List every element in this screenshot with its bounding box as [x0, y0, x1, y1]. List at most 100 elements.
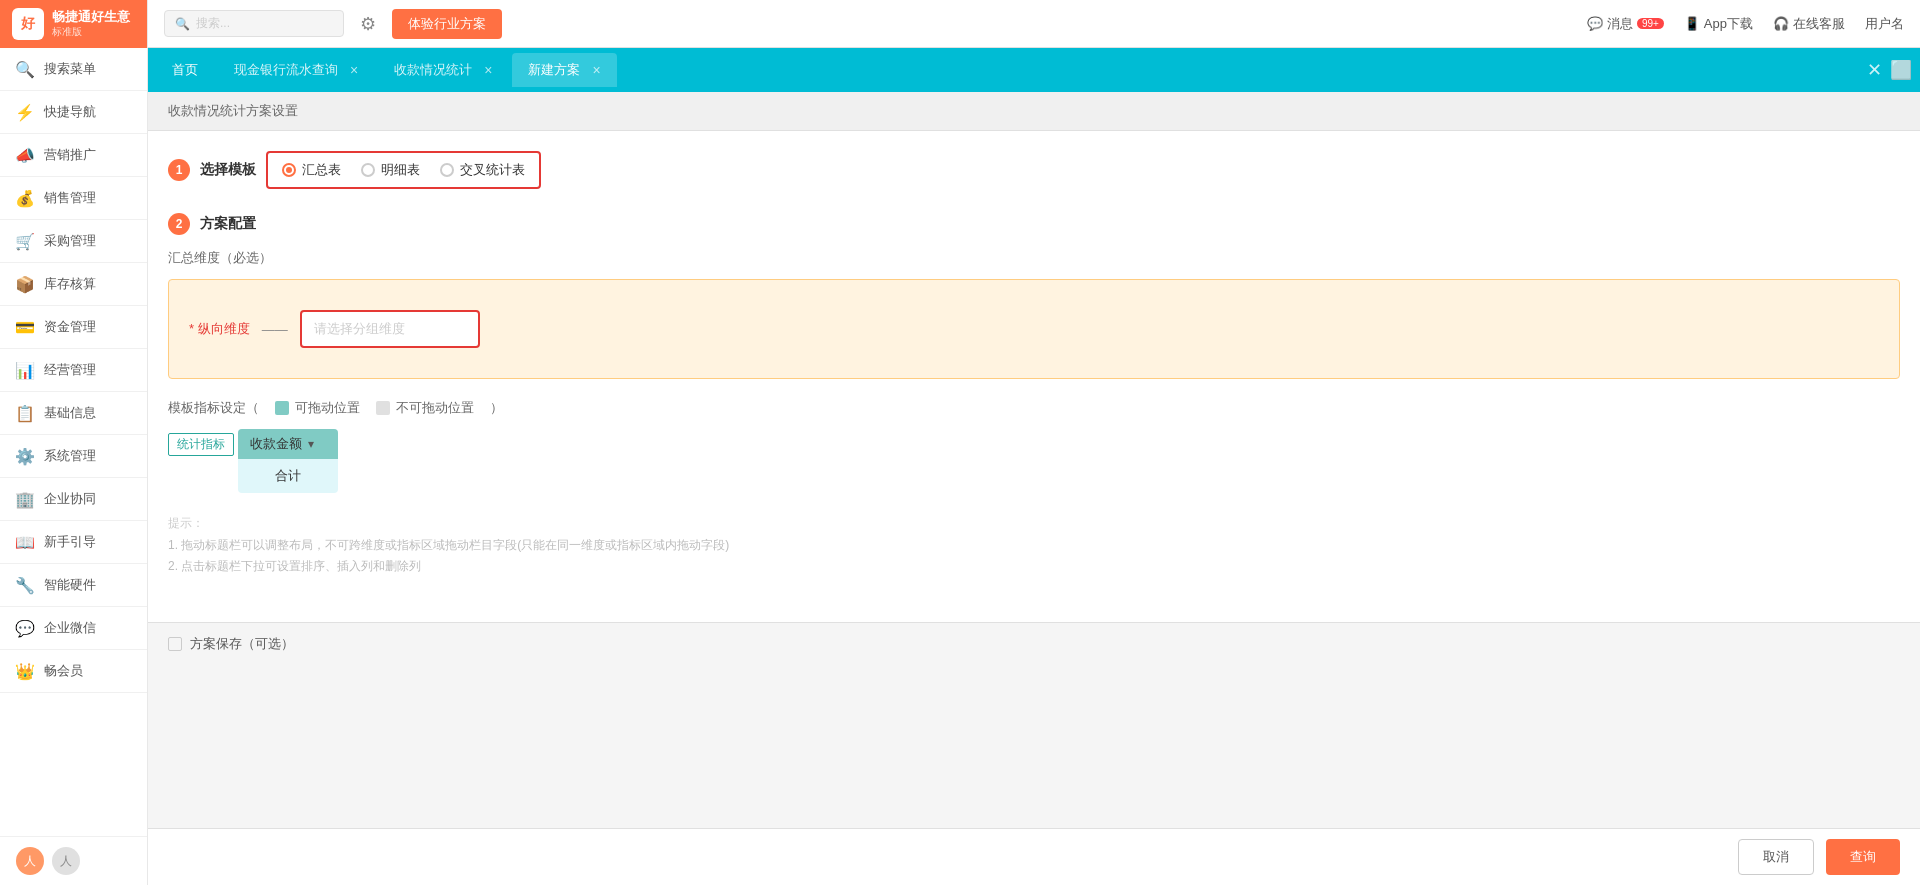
sidebar-item-basic-info[interactable]: 📋 基础信息 [0, 392, 147, 435]
sidebar-item-operations[interactable]: 📊 经营管理 [0, 349, 147, 392]
content-area: 收款情况统计方案设置 1 选择模板 汇总表 明细表 [148, 92, 1920, 828]
sidebar-item-label: 新手引导 [44, 533, 96, 551]
radio-detail[interactable]: 明细表 [361, 161, 420, 179]
message-btn[interactable]: 💬 消息 99+ [1587, 15, 1664, 33]
step1-title: 选择模板 [200, 161, 256, 179]
support-icon: 🎧 [1773, 16, 1789, 31]
cancel-button[interactable]: 取消 [1738, 839, 1814, 875]
template-radio-group: 汇总表 明细表 交叉统计表 [266, 151, 541, 189]
tab-close-icon[interactable]: × [350, 62, 358, 78]
avatar-2[interactable]: 人 [52, 847, 80, 875]
finance-icon: 💳 [16, 318, 34, 336]
tab-new-plan[interactable]: 新建方案 × [512, 53, 616, 87]
sidebar-item-guide[interactable]: 📖 新手引导 [0, 521, 147, 564]
sidebar-item-label: 营销推广 [44, 146, 96, 164]
legend-non-draggable-item: 不可拖动位置 [376, 399, 474, 417]
app-download-btn[interactable]: 📱 App下载 [1684, 15, 1753, 33]
trial-btn[interactable]: 体验行业方案 [392, 9, 502, 39]
row-dimension-label: 纵向维度 [189, 320, 250, 338]
legend-draggable-box [275, 401, 289, 415]
radio-crosstab[interactable]: 交叉统计表 [440, 161, 525, 179]
sidebar-item-label: 库存核算 [44, 275, 96, 293]
page-footer: 方案保存（可选） [148, 622, 1920, 665]
radio-crosstab-circle [440, 163, 454, 177]
sidebar-item-inventory[interactable]: 📦 库存核算 [0, 263, 147, 306]
sidebar-item-wechat[interactable]: 💬 企业微信 [0, 607, 147, 650]
sidebar-item-label: 采购管理 [44, 232, 96, 250]
legend-draggable-label: 可拖动位置 [295, 399, 360, 417]
search-bar[interactable]: 🔍 搜索... [164, 10, 344, 37]
sidebar-item-hardware[interactable]: 🔧 智能硬件 [0, 564, 147, 607]
sidebar-logo: 好 畅捷通好生意 标准版 [0, 0, 147, 48]
purchase-icon: 🛒 [16, 232, 34, 250]
sidebar-item-label: 企业协同 [44, 490, 96, 508]
sidebar-item-label: 搜索菜单 [44, 60, 96, 78]
metrics-header: 模板指标设定（ 可拖动位置 不可拖动位置 ） [168, 399, 1900, 417]
sidebar-item-member[interactable]: 👑 畅会员 [0, 650, 147, 693]
stats-indicator-label: 统计指标 [168, 433, 234, 456]
step2-header: 2 方案配置 [168, 213, 1900, 235]
logo-icon: 好 [12, 8, 44, 40]
sidebar-item-enterprise[interactable]: 🏢 企业协同 [0, 478, 147, 521]
query-button[interactable]: 查询 [1826, 839, 1900, 875]
sidebar-item-sales[interactable]: 💰 销售管理 [0, 177, 147, 220]
step1-number: 1 [168, 159, 190, 181]
topbar: 🔍 搜索... ⚙ 体验行业方案 💬 消息 99+ 📱 App下载 🎧 在线客服… [148, 0, 1920, 48]
sidebar-item-label: 销售管理 [44, 189, 96, 207]
sidebar-item-finance[interactable]: 💳 资金管理 [0, 306, 147, 349]
avatar-1[interactable]: 人 [16, 847, 44, 875]
radio-summary[interactable]: 汇总表 [282, 161, 341, 179]
support-btn[interactable]: 🎧 在线客服 [1773, 15, 1845, 33]
sidebar-item-label: 经营管理 [44, 361, 96, 379]
dimension-select[interactable]: 请选择分组维度 [300, 310, 480, 348]
arrow-icon: —— [262, 322, 288, 337]
save-plan-checkbox[interactable] [168, 637, 182, 651]
app-download-label: App下载 [1704, 15, 1753, 33]
step1-section: 1 选择模板 汇总表 明细表 交叉统计表 [168, 151, 1900, 189]
tip-item-2: 2. 点击标题栏下拉可设置排序、插入列和删除列 [168, 559, 421, 573]
tabbar: 首页 现金银行流水查询 × 收款情况统计 × 新建方案 × ✕ ⬜ [148, 48, 1920, 92]
sidebar-item-marketing[interactable]: 📣 营销推广 [0, 134, 147, 177]
metrics-label: 模板指标设定（ [168, 399, 259, 417]
save-plan-label: 方案保存（可选） [190, 635, 294, 653]
tab-close-active-icon[interactable]: × [592, 62, 600, 78]
metrics-card-title: 收款金额 [250, 435, 302, 453]
tab-collection-stats[interactable]: 收款情况统计 × [378, 53, 508, 87]
inventory-icon: 📦 [16, 275, 34, 293]
dropdown-arrow-icon[interactable]: ▾ [308, 437, 314, 451]
settings-icon[interactable]: ⚙ [360, 13, 376, 35]
close-window-icon[interactable]: ✕ [1867, 59, 1882, 81]
sidebar-item-quick-nav[interactable]: ⚡ 快捷导航 [0, 91, 147, 134]
sidebar-item-search[interactable]: 🔍 搜索菜单 [0, 48, 147, 91]
logo-text-group: 畅捷通好生意 标准版 [52, 9, 130, 39]
tips-title: 提示： [168, 516, 204, 530]
page-body: 1 选择模板 汇总表 明细表 交叉统计表 [148, 131, 1920, 622]
marketing-icon: 📣 [16, 146, 34, 164]
sidebar-bottom: 人 人 [0, 836, 147, 885]
metrics-card-payment: 收款金额 ▾ 合计 [238, 429, 338, 493]
topbar-right: 💬 消息 99+ 📱 App下载 🎧 在线客服 用户名 [1587, 15, 1904, 33]
metrics-card-subtotal: 合计 [238, 459, 338, 493]
metrics-card-header[interactable]: 收款金额 ▾ [238, 429, 338, 459]
step2-number: 2 [168, 213, 190, 235]
radio-crosstab-label: 交叉统计表 [460, 161, 525, 179]
guide-icon: 📖 [16, 533, 34, 551]
dimension-box: 纵向维度 —— 请选择分组维度 [168, 279, 1900, 379]
sidebar-item-purchase[interactable]: 🛒 采购管理 [0, 220, 147, 263]
page-header: 收款情况统计方案设置 [148, 92, 1920, 131]
legend-draggable-item: 可拖动位置 [275, 399, 360, 417]
legend-non-draggable-box [376, 401, 390, 415]
quick-nav-icon: ⚡ [16, 103, 34, 121]
tab-bank-query[interactable]: 现金银行流水查询 × [218, 53, 374, 87]
dimension-select-placeholder: 请选择分组维度 [314, 321, 405, 336]
legend-non-draggable-label: 不可拖动位置 [396, 399, 474, 417]
enterprise-icon: 🏢 [16, 490, 34, 508]
tab-home[interactable]: 首页 [156, 53, 214, 87]
expand-icon[interactable]: ⬜ [1890, 59, 1912, 81]
bottom-action-bar: 取消 查询 [148, 828, 1920, 885]
tab-close-icon[interactable]: × [484, 62, 492, 78]
message-badge: 99+ [1637, 18, 1664, 29]
legend-close: ） [490, 399, 503, 417]
tabbar-actions: ✕ ⬜ [1867, 59, 1912, 81]
sidebar-item-system[interactable]: ⚙️ 系统管理 [0, 435, 147, 478]
